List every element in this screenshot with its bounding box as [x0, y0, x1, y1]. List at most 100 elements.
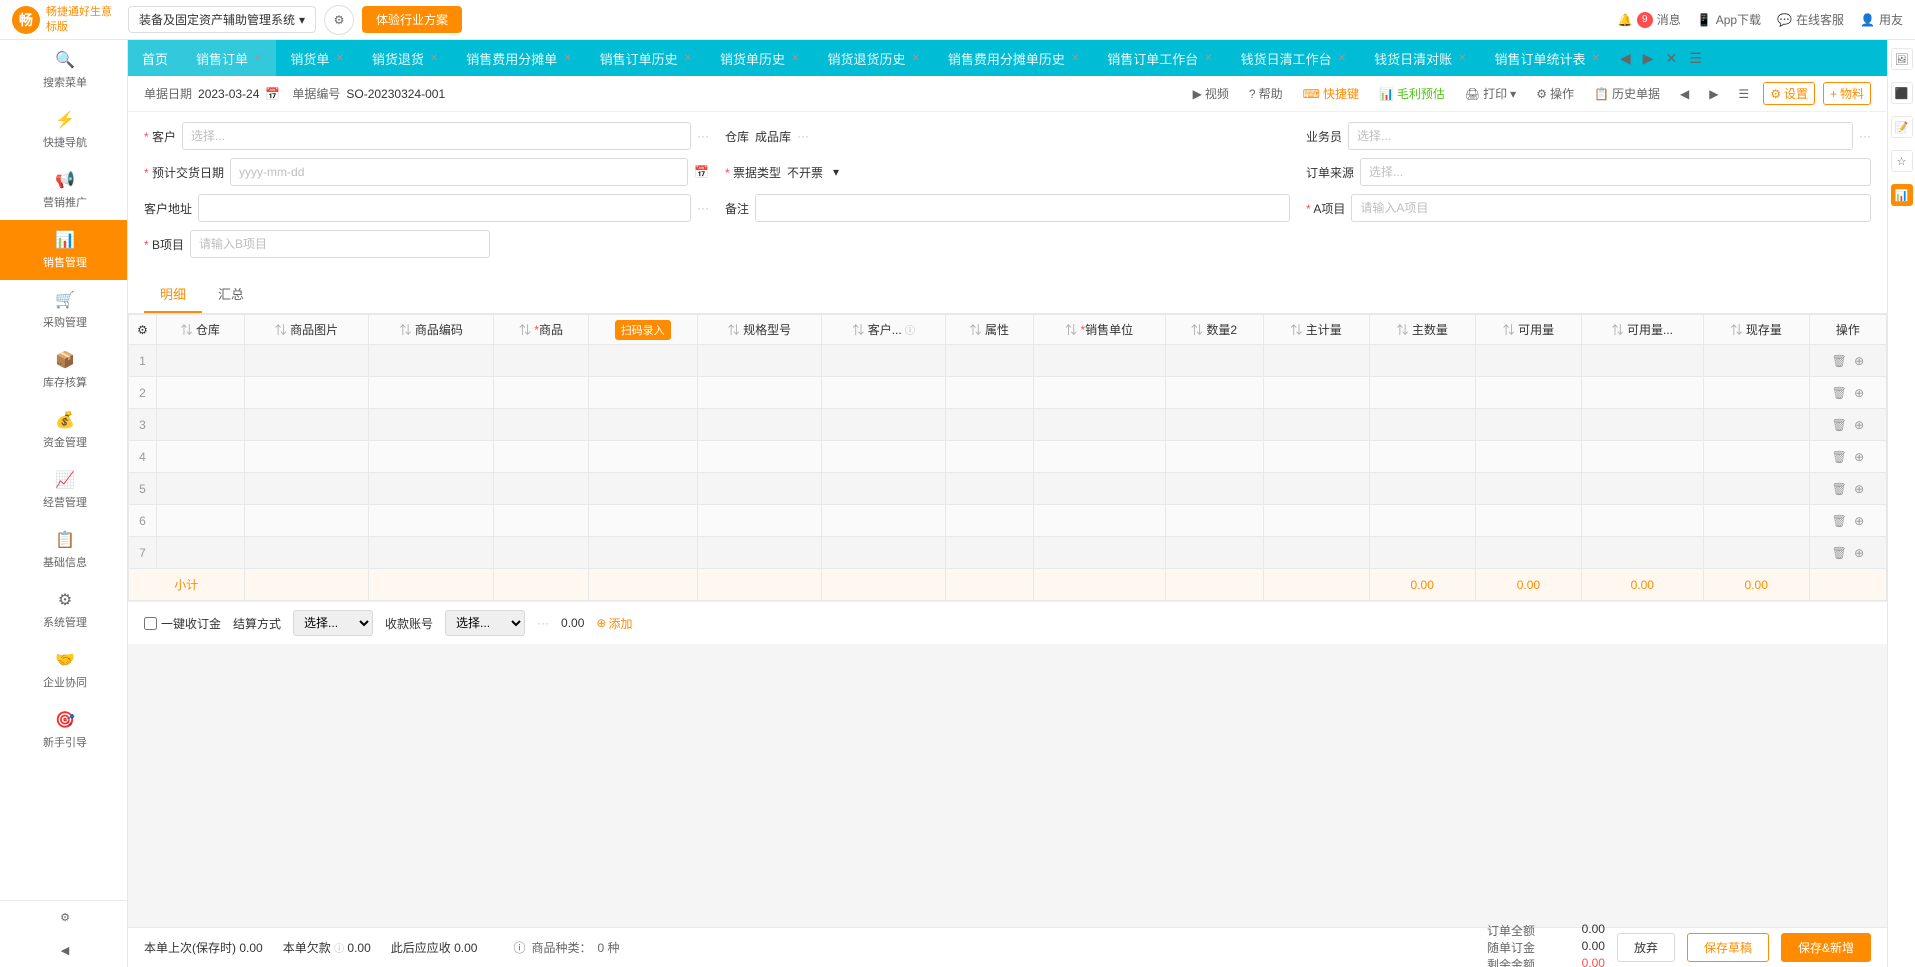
- staff-input[interactable]: [1348, 122, 1853, 150]
- sidebar-item-system[interactable]: ⚙ 系统管理: [0, 580, 127, 640]
- tab-close-order-history[interactable]: ✕: [684, 53, 692, 64]
- sidebar-settings-btn[interactable]: ⚙: [0, 901, 127, 934]
- tab-detail[interactable]: 明细: [144, 276, 202, 313]
- copy-row-icon[interactable]: ⊕: [1854, 514, 1864, 528]
- sidebar-item-quicknav[interactable]: ⚡ 快捷导航: [0, 100, 127, 160]
- online-service-btn[interactable]: 💬 在线客服: [1777, 11, 1844, 28]
- staff-more-btn[interactable]: ···: [1859, 129, 1871, 143]
- delete-row-icon[interactable]: 🗑: [1832, 450, 1847, 464]
- copy-row-icon[interactable]: ⊕: [1854, 418, 1864, 432]
- notification-btn[interactable]: 🔔 9 消息: [1618, 11, 1681, 28]
- tab-cash-reconcile[interactable]: 钱货日清对账 ✕: [1360, 40, 1480, 76]
- sidebar-item-inventory[interactable]: 📦 库存核算: [0, 340, 127, 400]
- delete-row-icon[interactable]: 🗑: [1832, 418, 1847, 432]
- warehouse-more-btn[interactable]: ···: [797, 129, 809, 143]
- address-input[interactable]: [198, 194, 691, 222]
- history-btn[interactable]: 📋 历史单据: [1588, 83, 1666, 104]
- delivery-input[interactable]: [230, 158, 688, 186]
- notes-input[interactable]: [755, 194, 1290, 222]
- tab-prev-btn[interactable]: ◀: [1614, 50, 1637, 67]
- sidebar-item-sales[interactable]: 📊 销售管理: [0, 220, 127, 280]
- tab-slip-history[interactable]: 销货单历史 ✕: [706, 40, 813, 76]
- tab-sales-slip[interactable]: 销货单 ✕: [276, 40, 357, 76]
- tab-sales-order[interactable]: 销售订单 ✕: [182, 40, 276, 76]
- right-panel-icon-4[interactable]: ☆: [1891, 150, 1913, 172]
- a-project-input[interactable]: [1351, 194, 1871, 222]
- add-material-btn[interactable]: + 物料: [1823, 82, 1871, 105]
- delete-row-icon[interactable]: 🗑: [1832, 482, 1847, 496]
- tab-order-stats[interactable]: 销售订单统计表 ✕: [1480, 40, 1613, 76]
- list-view-btn[interactable]: ☰: [1732, 85, 1755, 103]
- system-select[interactable]: 装备及固定资产辅助管理系统 ▾: [128, 6, 316, 33]
- app-download-btn[interactable]: 📱 App下载: [1697, 11, 1761, 28]
- delete-row-icon[interactable]: 🗑: [1832, 354, 1847, 368]
- tab-close-order-stats[interactable]: ✕: [1592, 53, 1600, 64]
- invoice-chevron-icon[interactable]: ▾: [833, 165, 839, 179]
- sidebar-item-basic-info[interactable]: 📋 基础信息: [0, 520, 127, 580]
- account-more-btn[interactable]: ···: [537, 616, 549, 630]
- delete-row-icon[interactable]: 🗑: [1832, 514, 1847, 528]
- right-panel-icon-3[interactable]: 📝: [1891, 116, 1913, 138]
- print-btn[interactable]: 🖨 打印 ▾: [1459, 83, 1522, 104]
- address-more-btn[interactable]: ···: [697, 201, 709, 215]
- sidebar-item-search[interactable]: 🔍 搜索菜单: [0, 40, 127, 100]
- copy-row-icon[interactable]: ⊕: [1854, 386, 1864, 400]
- save-new-button[interactable]: 保存&新增: [1781, 933, 1871, 962]
- industry-button[interactable]: 体验行业方案: [362, 6, 462, 33]
- help-btn[interactable]: ? 帮助: [1243, 83, 1289, 104]
- tab-close-cash-reconcile[interactable]: ✕: [1458, 53, 1466, 64]
- copy-row-icon[interactable]: ⊕: [1854, 482, 1864, 496]
- save-draft-button[interactable]: 保存草稿: [1687, 933, 1769, 962]
- tab-expense-history[interactable]: 销售费用分摊单历史 ✕: [934, 40, 1093, 76]
- tab-expense-split[interactable]: 销售费用分摊单 ✕: [452, 40, 585, 76]
- right-panel-icon-5[interactable]: 📊: [1891, 184, 1913, 206]
- account-select[interactable]: 选择...: [445, 610, 525, 636]
- shortcut-btn[interactable]: ⌨ 快捷键: [1297, 83, 1365, 104]
- tab-close-sales-order[interactable]: ✕: [254, 53, 262, 64]
- copy-row-icon[interactable]: ⊕: [1854, 450, 1864, 464]
- tab-order-workbench[interactable]: 销售订单工作台 ✕: [1093, 40, 1226, 76]
- col-settings[interactable]: ⚙: [129, 315, 157, 345]
- tab-close-all-btn[interactable]: ✕: [1659, 50, 1683, 67]
- col-scan[interactable]: 扫码录入: [588, 315, 697, 345]
- tab-close-slip-history[interactable]: ✕: [791, 53, 799, 64]
- tab-close-expense-history[interactable]: ✕: [1071, 53, 1079, 64]
- tab-menu-btn[interactable]: ☰: [1683, 50, 1708, 67]
- form-settings-btn[interactable]: ⚙ 设置: [1763, 82, 1815, 105]
- settings-button[interactable]: ⚙: [324, 5, 354, 35]
- tab-return-history[interactable]: 销货退货历史 ✕: [813, 40, 933, 76]
- sidebar-item-collab[interactable]: 🤝 企业协同: [0, 640, 127, 700]
- tab-order-history[interactable]: 销售订单历史 ✕: [586, 40, 706, 76]
- last-lower-info[interactable]: ⓘ: [334, 944, 344, 955]
- view-btn[interactable]: ▶ 视频: [1187, 83, 1235, 104]
- sidebar-item-guide[interactable]: 🎯 新手引导: [0, 700, 127, 760]
- right-panel-icon-1[interactable]: 🖼: [1891, 48, 1913, 70]
- calendar-icon[interactable]: 📅: [265, 87, 280, 101]
- one-click-checkbox[interactable]: [144, 617, 157, 630]
- discard-button[interactable]: 放弃: [1617, 933, 1675, 962]
- nav-prev-btn[interactable]: ◀: [1674, 85, 1695, 103]
- tab-close-expense-split[interactable]: ✕: [563, 53, 571, 64]
- operate-btn[interactable]: ⚙ 操作: [1530, 83, 1580, 104]
- sidebar-item-marketing[interactable]: 📢 营销推广: [0, 160, 127, 220]
- sidebar-item-operations[interactable]: 📈 经营管理: [0, 460, 127, 520]
- delete-row-icon[interactable]: 🗑: [1832, 546, 1847, 560]
- date-picker-icon[interactable]: 📅: [694, 165, 709, 179]
- order-source-input[interactable]: [1360, 158, 1871, 186]
- profit-btn[interactable]: 📊 毛利预估: [1373, 83, 1451, 104]
- tab-close-return-history[interactable]: ✕: [911, 53, 919, 64]
- customer-input[interactable]: [182, 122, 691, 150]
- add-payment-btn[interactable]: ⊕ 添加: [596, 615, 632, 632]
- payment-method-select[interactable]: 选择...: [293, 610, 373, 636]
- sidebar-collapse-btn[interactable]: ◀: [0, 934, 127, 967]
- right-panel-icon-2[interactable]: ⬛: [1891, 82, 1913, 104]
- tab-close-sales-slip[interactable]: ✕: [335, 53, 343, 64]
- tab-home[interactable]: 首页: [128, 40, 182, 76]
- one-click-label[interactable]: 一键收订金: [144, 615, 221, 632]
- scan-button[interactable]: 扫码录入: [615, 320, 671, 340]
- sidebar-item-purchase[interactable]: 🛒 采购管理: [0, 280, 127, 340]
- customer-more-btn[interactable]: ···: [697, 129, 709, 143]
- tab-next-btn[interactable]: ▶: [1637, 50, 1660, 67]
- nav-next-btn[interactable]: ▶: [1703, 85, 1724, 103]
- sidebar-item-finance[interactable]: 💰 资金管理: [0, 400, 127, 460]
